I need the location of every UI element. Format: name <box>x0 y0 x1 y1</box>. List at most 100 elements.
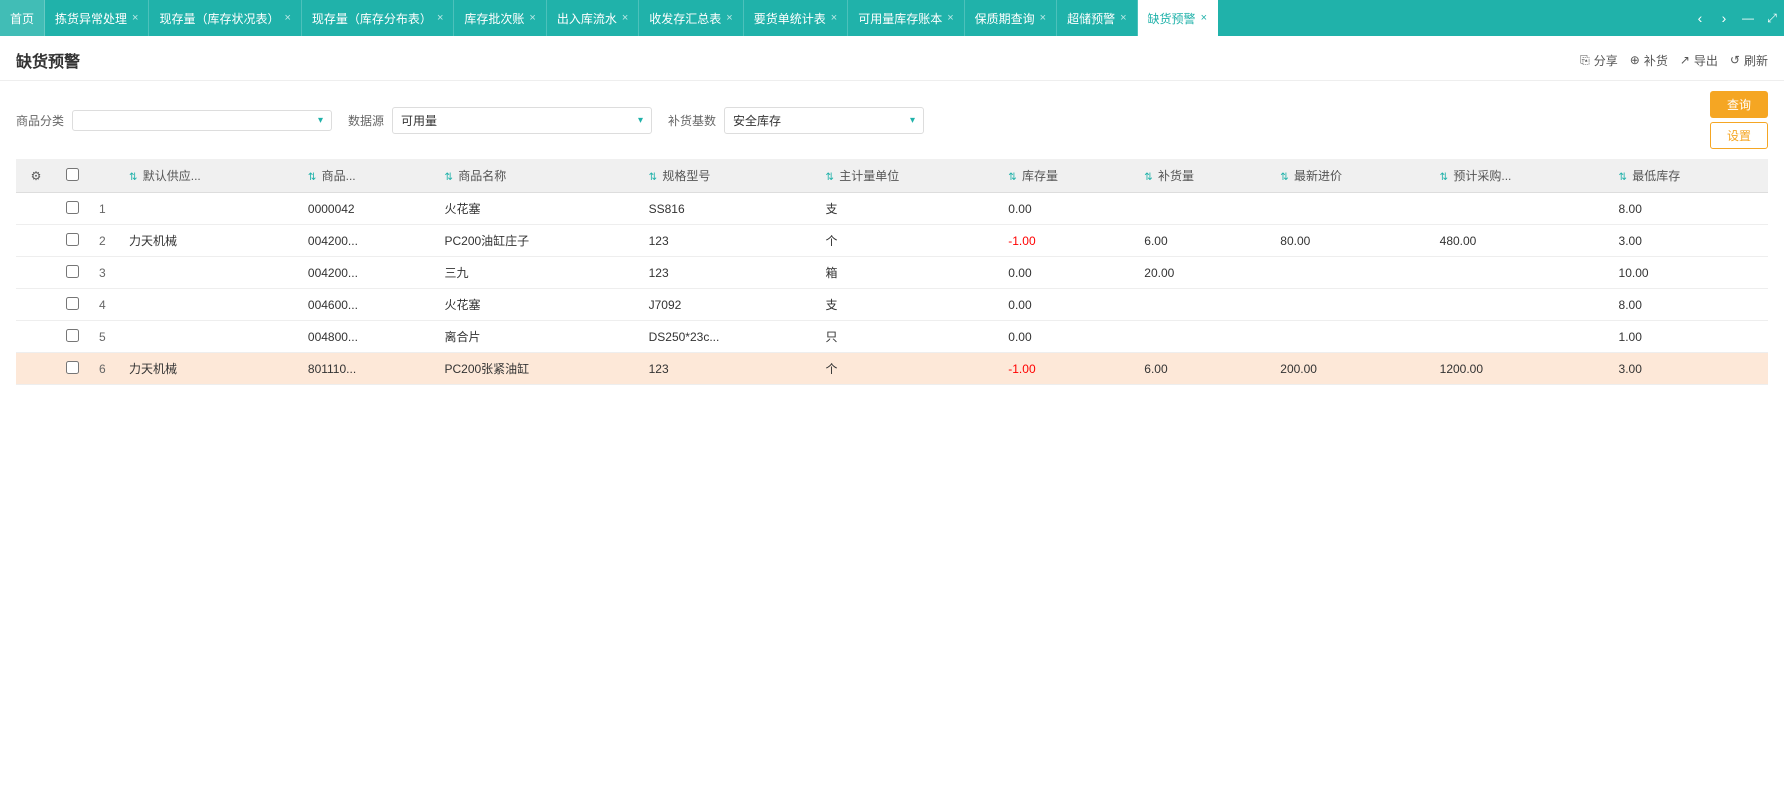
replenish-basis-select[interactable]: 安全库存 ▾ <box>724 107 924 134</box>
th-product-code[interactable]: ⇅ 商品... <box>298 159 435 193</box>
th-latest-price[interactable]: ⇅ 最新进价 <box>1270 159 1429 193</box>
page-title: 缺货预警 <box>16 48 80 72</box>
th-default-supplier[interactable]: ⇅ 默认供应... <box>119 159 298 193</box>
datasource-filter-group: 数据源 可用量 ▾ <box>348 107 652 134</box>
export-button[interactable]: ↗ 导出 <box>1680 52 1718 69</box>
tab-close-inventory-dist[interactable]: × <box>437 12 443 24</box>
tab-overstock[interactable]: 超储预警 × <box>1057 0 1137 36</box>
tab-collect-summary[interactable]: 收发存汇总表× <box>639 0 743 36</box>
tab-close-exception[interactable]: × <box>132 12 138 24</box>
th-unit[interactable]: ⇅ 主计量单位 <box>815 159 998 193</box>
tab-minimize-btn[interactable]: — <box>1736 0 1760 36</box>
tab-close-shortage[interactable]: × <box>1201 12 1207 24</box>
tab-inout-flow[interactable]: 出入库流水× <box>547 0 639 36</box>
row-spec-5: 123 <box>639 353 816 385</box>
sort-icon-price: ⇅ <box>1280 172 1288 183</box>
row-gear-1 <box>16 225 56 257</box>
tab-close-batch-account[interactable]: × <box>529 12 535 24</box>
row-code-0: 0000042 <box>298 193 435 225</box>
query-button[interactable]: 查询 <box>1710 91 1768 118</box>
refresh-button[interactable]: ↺ 刷新 <box>1730 52 1768 69</box>
row-unit-4: 只 <box>815 321 998 353</box>
row-checkbox-cell-4 <box>56 321 89 353</box>
tab-shortage[interactable]: 缺货预警× <box>1138 0 1218 36</box>
row-min-stock-2: 10.00 <box>1609 257 1768 289</box>
category-select[interactable]: ▾ <box>72 110 332 131</box>
category-dropdown-icon: ▾ <box>318 115 323 126</box>
row-name-2: 三九 <box>434 257 638 289</box>
tab-prev-btn[interactable]: ‹ <box>1688 0 1712 36</box>
tab-close-available-ledger[interactable]: × <box>947 12 953 24</box>
row-estimated-1: 480.00 <box>1430 225 1609 257</box>
replenish-button[interactable]: ⊕ 补货 <box>1630 52 1668 69</box>
tab-close-collect-summary[interactable]: × <box>726 12 732 24</box>
th-replenish-qty[interactable]: ⇅ 补货量 <box>1134 159 1270 193</box>
row-name-1: PC200油缸庄子 <box>434 225 638 257</box>
row-checkbox-4[interactable] <box>66 329 79 342</box>
tab-expiry-query[interactable]: 保质期查询× <box>965 0 1057 36</box>
datasource-select-value: 可用量 <box>401 112 437 129</box>
row-supplier-1: 力天机械 <box>119 225 298 257</box>
tab-close-overstock[interactable]: × <box>1120 12 1126 24</box>
tab-close-inout-flow[interactable]: × <box>622 12 628 24</box>
row-stock-5: -1.00 <box>998 353 1134 385</box>
row-price-1: 80.00 <box>1270 225 1429 257</box>
row-gear-3 <box>16 289 56 321</box>
row-supplier-0 <box>119 193 298 225</box>
row-checkbox-5[interactable] <box>66 361 79 374</box>
th-product-name[interactable]: ⇅ 商品名称 <box>434 159 638 193</box>
tab-inventory-status[interactable]: 现存量（库存状况表）× <box>149 0 301 36</box>
sort-icon-stock: ⇅ <box>1008 172 1016 183</box>
row-price-2 <box>1270 257 1429 289</box>
table-container: ⚙ ⇅ 默认供应... ⇅ 商品... ⇅ <box>0 159 1784 385</box>
table-row: 1 0000042 火花塞 SS816 支 0.00 8.00 <box>16 193 1768 225</box>
tab-available-ledger[interactable]: 可用量库存账本× <box>848 0 964 36</box>
tab-close-expiry-query[interactable]: × <box>1040 12 1046 24</box>
row-checkbox-1[interactable] <box>66 233 79 246</box>
filter-actions: 查询 设置 <box>1710 91 1768 149</box>
row-estimated-3 <box>1430 289 1609 321</box>
tab-order-stat[interactable]: 要货单统计表× <box>744 0 848 36</box>
row-spec-2: 123 <box>639 257 816 289</box>
row-spec-0: SS816 <box>639 193 816 225</box>
datasource-select[interactable]: 可用量 ▾ <box>392 107 652 134</box>
th-estimated-purchase[interactable]: ⇅ 预计采购... <box>1430 159 1609 193</box>
gear-icon[interactable]: ⚙ <box>31 169 42 183</box>
row-seq-2: 3 <box>89 257 119 289</box>
tab-bar: 首页拣货异常处理×现存量（库存状况表）×现存量（库存分布表）×库存批次账×出入库… <box>0 0 1784 36</box>
filter-bar: 商品分类 ▾ 数据源 可用量 ▾ 补货基数 安全库存 ▾ 查询 设置 <box>0 81 1784 159</box>
row-name-0: 火花塞 <box>434 193 638 225</box>
row-code-1: 004200... <box>298 225 435 257</box>
tab-maximize-btn[interactable]: ⤢ <box>1760 0 1784 36</box>
tab-close-inventory-status[interactable]: × <box>284 12 290 24</box>
tab-batch-account[interactable]: 库存批次账× <box>454 0 546 36</box>
row-checkbox-3[interactable] <box>66 297 79 310</box>
sort-icon-name: ⇅ <box>444 172 452 183</box>
row-gear-2 <box>16 257 56 289</box>
row-stock-3: 0.00 <box>998 289 1134 321</box>
select-all-checkbox[interactable] <box>66 168 79 181</box>
th-gear: ⚙ <box>16 159 56 193</box>
table-row: 4 004600... 火花塞 J7092 支 0.00 8.00 <box>16 289 1768 321</box>
row-checkbox-cell-1 <box>56 225 89 257</box>
share-button[interactable]: ⎘ 分享 <box>1580 52 1618 69</box>
row-supplier-2 <box>119 257 298 289</box>
row-replenish-3 <box>1134 289 1270 321</box>
tab-label-overstock: 超储预警 <box>1067 10 1115 27</box>
th-checkbox <box>56 159 89 193</box>
row-checkbox-2[interactable] <box>66 265 79 278</box>
th-min-stock[interactable]: ⇅ 最低库存 <box>1609 159 1768 193</box>
tab-exception[interactable]: 拣货异常处理× <box>45 0 149 36</box>
row-min-stock-5: 3.00 <box>1609 353 1768 385</box>
tab-close-order-stat[interactable]: × <box>831 12 837 24</box>
tab-next-btn[interactable]: › <box>1712 0 1736 36</box>
th-seq <box>89 159 119 193</box>
tab-inventory-dist[interactable]: 现存量（库存分布表）× <box>302 0 454 36</box>
settings-button[interactable]: 设置 <box>1710 122 1768 149</box>
sort-icon-code: ⇅ <box>308 172 316 183</box>
tab-home[interactable]: 首页 <box>0 0 45 36</box>
th-stock-qty[interactable]: ⇅ 库存量 <box>998 159 1134 193</box>
row-checkbox-0[interactable] <box>66 201 79 214</box>
sort-icon-replenish: ⇅ <box>1144 172 1152 183</box>
th-spec[interactable]: ⇅ 规格型号 <box>639 159 816 193</box>
